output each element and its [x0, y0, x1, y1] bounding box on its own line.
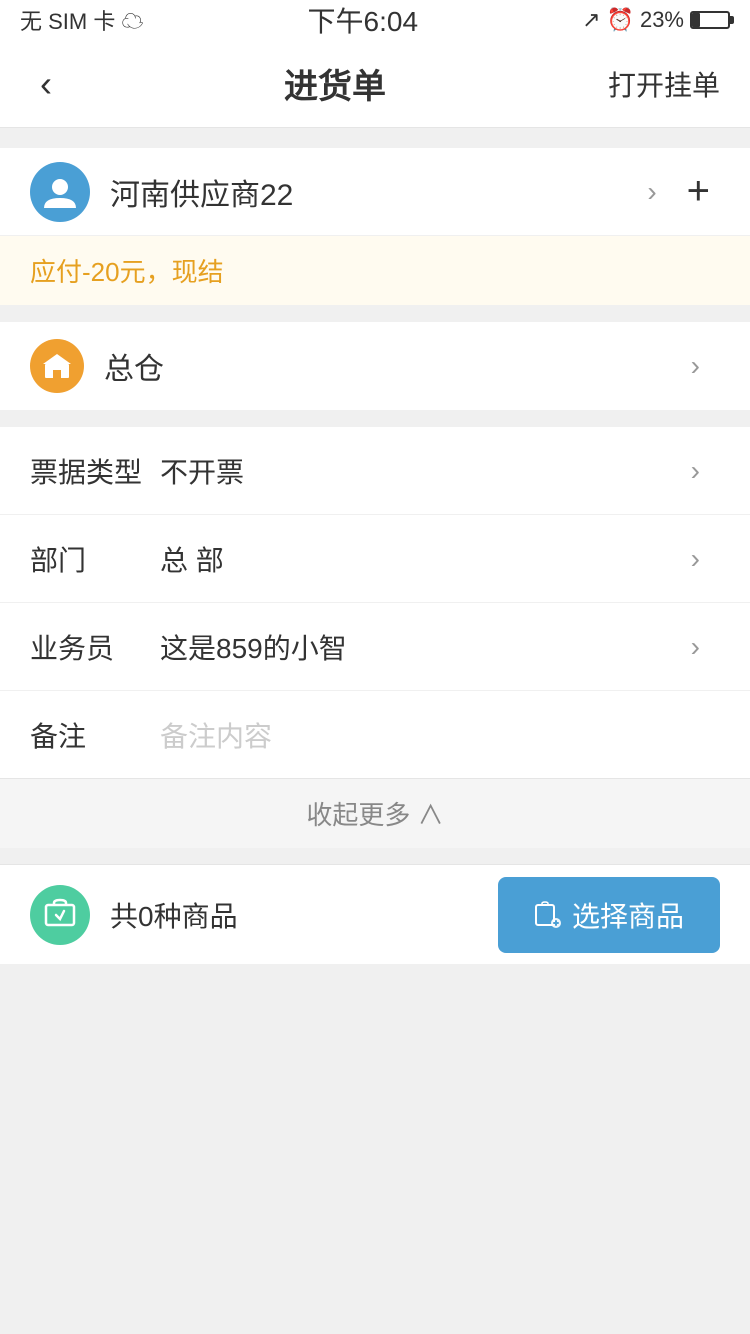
- sales-value: 这是859的小智: [160, 627, 691, 667]
- sim-label: 无 SIM 卡 ☁: [20, 4, 143, 36]
- select-product-button[interactable]: 选择商品: [498, 877, 720, 953]
- page-background: [0, 964, 750, 1284]
- supplier-card: 河南供应商22 › + 应付-20元，现结: [0, 148, 750, 306]
- invoice-label: 票据类型: [30, 451, 160, 491]
- collapse-button[interactable]: 收起更多 ∧: [0, 778, 750, 848]
- note-placeholder: 备注内容: [160, 715, 720, 755]
- collapse-label: 收起更多 ∧: [306, 795, 443, 832]
- note-row[interactable]: 备注 备注内容: [0, 690, 750, 778]
- sales-row[interactable]: 业务员 这是859的小智 ›: [0, 602, 750, 690]
- dept-chevron-icon: ›: [691, 543, 700, 575]
- sales-label: 业务员: [30, 627, 160, 667]
- supplier-avatar: [30, 162, 90, 222]
- sales-chevron-icon: ›: [691, 631, 700, 663]
- warehouse-label: 总仓: [104, 344, 691, 388]
- warehouse-icon-wrap: [30, 339, 84, 393]
- location-icon: ↗: [582, 7, 600, 33]
- warehouse-row[interactable]: 总仓 ›: [0, 322, 750, 410]
- status-time: 下午6:04: [308, 0, 419, 40]
- open-pending-button[interactable]: 打开挂单: [608, 64, 720, 104]
- invoice-row[interactable]: 票据类型 不开票 ›: [0, 426, 750, 514]
- add-button[interactable]: +: [677, 169, 720, 214]
- warehouse-card: 总仓 ›: [0, 322, 750, 410]
- dept-row[interactable]: 部门 总 部 ›: [0, 514, 750, 602]
- note-label: 备注: [30, 715, 160, 755]
- select-product-label: 选择商品: [572, 895, 684, 935]
- select-product-icon: [534, 901, 562, 929]
- dept-label: 部门: [30, 539, 160, 579]
- top-divider: [0, 128, 750, 148]
- supplier-name: 河南供应商22: [110, 170, 647, 214]
- dept-value: 总 部: [160, 539, 691, 579]
- section-gap-3: [0, 848, 750, 864]
- chevron-right-icon: ›: [647, 176, 656, 208]
- supplier-row[interactable]: 河南供应商22 › +: [0, 148, 750, 236]
- warehouse-icon: [41, 350, 73, 382]
- section-gap-1: [0, 306, 750, 322]
- product-count-label: 共0种商品: [110, 895, 498, 935]
- status-bar: 无 SIM 卡 ☁ 下午6:04 ↗ ⏰ 23%: [0, 0, 750, 40]
- nav-bar: ‹ 进货单 打开挂单: [0, 40, 750, 128]
- status-right: ↗ ⏰ 23%: [582, 7, 730, 33]
- warning-banner: 应付-20元，现结: [0, 236, 750, 306]
- battery-icon: [690, 11, 730, 29]
- status-left: 无 SIM 卡 ☁: [20, 4, 143, 36]
- invoice-chevron-icon: ›: [691, 455, 700, 487]
- back-button[interactable]: ‹: [30, 53, 62, 115]
- cart-icon: [42, 897, 78, 933]
- battery-label: 23%: [640, 7, 684, 33]
- bottom-bar: 共0种商品 选择商品: [0, 864, 750, 964]
- invoice-value: 不开票: [160, 451, 691, 491]
- page-title: 进货单: [284, 59, 386, 108]
- product-count-icon-wrap: [30, 885, 90, 945]
- user-icon: [42, 174, 78, 210]
- alarm-icon: ⏰: [607, 7, 634, 33]
- form-card: 票据类型 不开票 › 部门 总 部 › 业务员 这是859的小智 › 备注 备注…: [0, 426, 750, 848]
- warehouse-chevron-icon: ›: [691, 350, 700, 382]
- section-gap-2: [0, 410, 750, 426]
